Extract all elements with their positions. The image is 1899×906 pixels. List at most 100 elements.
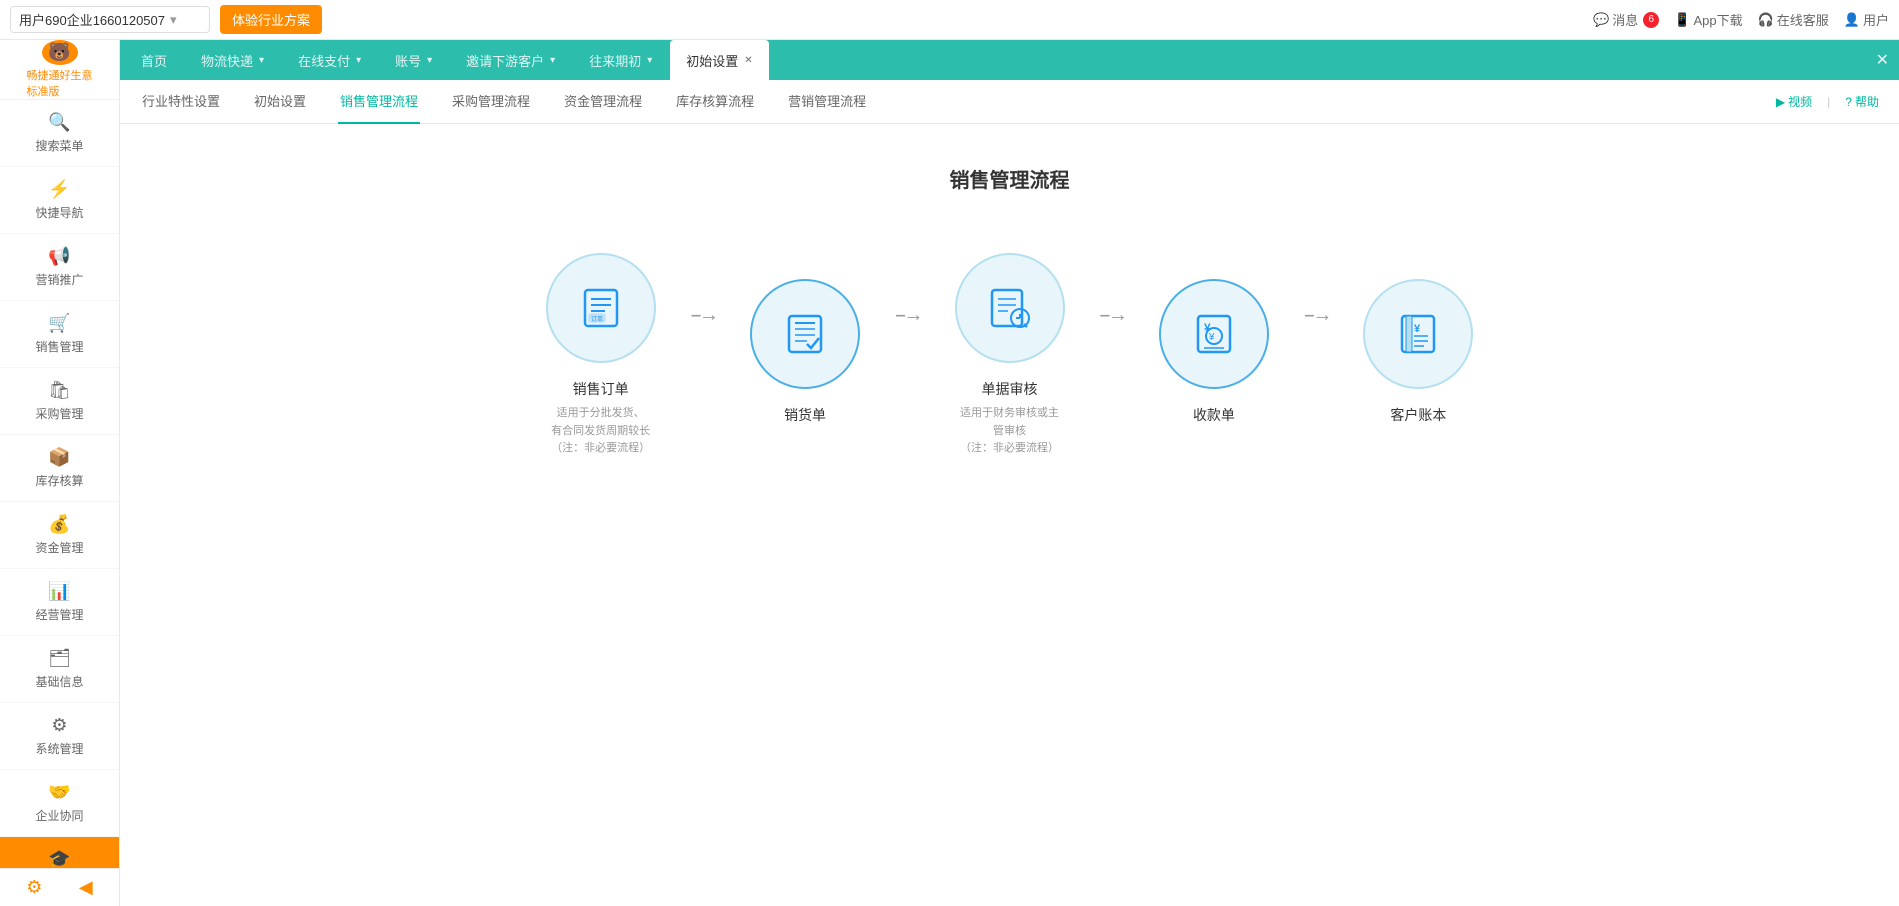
flow-node-receipt[interactable]: ¥ ¥ 收款单 <box>1134 279 1294 431</box>
sales-icon: 🛒 <box>48 313 70 334</box>
inventory-icon: 📦 <box>48 447 70 468</box>
account-book-circle: ¥ <box>1363 279 1473 389</box>
tab-init[interactable]: 初始设置 ✕ <box>670 40 768 80</box>
purchase-icon: 🛍 <box>48 380 71 401</box>
avatar-icon: 👤 <box>1844 12 1860 28</box>
flow-node-account-book[interactable]: ¥ 客户账本 <box>1338 279 1498 431</box>
flow-node-sales-order[interactable]: 订单 销售订单 适用于分批发货、有合同发货周期较长（注：非必要流程） <box>521 253 681 458</box>
account-book-label: 客户账本 <box>1390 405 1446 425</box>
sub-tab-sales-flow[interactable]: 销售管理流程 <box>338 80 420 124</box>
app-icon: 📱 <box>1674 12 1690 28</box>
flow-area: 销售管理流程 订单 <box>120 124 1899 498</box>
message-btn[interactable]: 💬 消息 6 <box>1593 10 1659 29</box>
message-badge: 6 <box>1643 12 1659 28</box>
tab-invite[interactable]: 邀请下游客户 ▾ <box>450 40 571 80</box>
sidebar-item-ops[interactable]: 📊 经营管理 <box>0 569 119 636</box>
content-area: 首页 物流快递 ▾ 在线支付 ▾ 账号 ▾ 邀请下游客户 ▾ 往来期初 ▾ <box>120 40 1899 906</box>
sidebar-item-quicknav[interactable]: ⚡ 快捷导航 <box>0 167 119 234</box>
tab-init-label: 初始设置 <box>686 51 738 70</box>
tab-period[interactable]: 往来期初 ▾ <box>573 40 668 80</box>
tab-init-close[interactable]: ✕ <box>744 55 752 66</box>
flow-diagram: 订单 销售订单 适用于分批发货、有合同发货周期较长（注：非必要流程） - - → <box>140 253 1879 458</box>
tab-invite-label: 邀请下游客户 <box>466 51 544 70</box>
tab-account-label: 账号 <box>395 51 421 70</box>
sidebar-label-quicknav: 快捷导航 <box>35 204 83 221</box>
sales-order-label: 销售订单 <box>573 379 629 399</box>
tab-period-label: 往来期初 <box>589 51 641 70</box>
user-avatar-area[interactable]: 👤 用户 <box>1844 10 1889 29</box>
top-bar-left: 用户690企业1660120507 ▾ 体验行业方案 <box>10 5 322 34</box>
sidebar: 🐻 畅捷通好生意 标准版 🔍 搜索菜单 ⚡ 快捷导航 📢 营销推广 🛒 销售管理 <box>0 40 120 906</box>
sub-tab-finance-flow[interactable]: 资金管理流程 <box>562 80 644 124</box>
logo-text: 畅捷通好生意 标准版 <box>27 67 93 99</box>
tab-payment[interactable]: 在线支付 ▾ <box>282 40 377 80</box>
sidebar-label-inventory: 库存核算 <box>35 472 83 489</box>
receipt-circle: ¥ ¥ <box>1159 279 1269 389</box>
sub-tab-init[interactable]: 初始设置 <box>252 80 308 124</box>
audit-icon <box>986 284 1034 332</box>
nav-tabs: 首页 物流快递 ▾ 在线支付 ▾ 账号 ▾ 邀请下游客户 ▾ 往来期初 ▾ <box>120 40 1899 80</box>
svg-text:¥: ¥ <box>1414 323 1421 335</box>
sidebar-label-sales: 销售管理 <box>35 338 83 355</box>
sub-tab-industry[interactable]: 行业特性设置 <box>140 80 222 124</box>
sidebar-item-search[interactable]: 🔍 搜索菜单 <box>0 100 119 167</box>
svg-text:¥: ¥ <box>1208 332 1215 343</box>
close-all-tabs[interactable]: ✕ <box>1876 50 1889 70</box>
help-action[interactable]: ? 帮助 <box>1845 93 1879 110</box>
page-content: 行业特性设置 初始设置 销售管理流程 采购管理流程 资金管理流程 库存核算流程 <box>120 80 1899 906</box>
user-dropdown-arrow: ▾ <box>170 12 177 28</box>
sidebar-item-finance[interactable]: 💰 资金管理 <box>0 502 119 569</box>
tab-logistics-label: 物流快递 <box>201 51 253 70</box>
settings-bottom-icon[interactable]: ⚙ <box>26 877 42 898</box>
sidebar-item-collab[interactable]: 🤝 企业协同 <box>0 770 119 837</box>
sub-tab-inventory-calc[interactable]: 库存核算流程 <box>674 80 756 124</box>
tab-home[interactable]: 首页 <box>125 40 183 80</box>
trial-button[interactable]: 体验行业方案 <box>220 5 322 34</box>
app-download-btn[interactable]: 📱 App下载 <box>1674 10 1742 29</box>
tab-account[interactable]: 账号 ▾ <box>379 40 448 80</box>
svg-text:订单: 订单 <box>591 315 603 323</box>
sidebar-item-system[interactable]: ⚙ 系统管理 <box>0 703 119 770</box>
sidebar-item-purchase[interactable]: 🛍 采购管理 <box>0 368 119 435</box>
sidebar-item-sales[interactable]: 🛒 销售管理 <box>0 301 119 368</box>
sidebar-item-basic[interactable]: 🗂 基础信息 <box>0 636 119 703</box>
tab-logistics[interactable]: 物流快递 ▾ <box>185 40 280 80</box>
app-download-label: App下载 <box>1693 10 1742 29</box>
marketing-icon: 📢 <box>48 246 70 267</box>
flow-node-audit[interactable]: 单据审核 适用于财务审核或主管审核（注：非必要流程） <box>930 253 1090 458</box>
ops-icon: 📊 <box>48 581 70 602</box>
quicknav-icon: ⚡ <box>48 179 70 200</box>
collapse-icon[interactable]: ◀ <box>79 877 93 898</box>
finance-icon: 💰 <box>48 514 70 535</box>
system-icon: ⚙ <box>51 715 67 736</box>
user-selector[interactable]: 用户690企业1660120507 ▾ <box>10 6 210 33</box>
sidebar-label-finance: 资金管理 <box>35 539 83 556</box>
video-action[interactable]: ▶ 视频 <box>1776 93 1812 110</box>
search-icon: 🔍 <box>48 112 70 133</box>
online-service-btn[interactable]: 🎧 在线客服 <box>1758 10 1829 29</box>
sidebar-item-guide[interactable]: 🎓 新手引导 <box>0 837 119 868</box>
arrow-4: - - → <box>1304 304 1328 327</box>
tab-period-arrow: ▾ <box>647 55 652 66</box>
invoice-icon <box>781 310 829 358</box>
sub-tab-actions: ▶ 视频 | ? 帮助 <box>1776 93 1879 110</box>
top-bar-right: 💬 消息 6 📱 App下载 🎧 在线客服 👤 用户 <box>1593 10 1889 29</box>
sidebar-label-search: 搜索菜单 <box>35 137 83 154</box>
arrow-1: - - → <box>691 304 715 327</box>
message-label: 消息 <box>1612 10 1638 29</box>
tab-logistics-arrow: ▾ <box>259 55 264 66</box>
sub-tab-purchase-flow[interactable]: 采购管理流程 <box>450 80 532 124</box>
user-label: 用户690企业1660120507 <box>19 10 165 29</box>
sub-tab-marketing-flow[interactable]: 营销管理流程 <box>786 80 868 124</box>
sales-order-icon: 订单 <box>577 284 625 332</box>
audit-desc: 适用于财务审核或主管审核（注：非必要流程） <box>960 405 1059 458</box>
collab-icon: 🤝 <box>48 782 70 803</box>
audit-label: 单据审核 <box>982 379 1038 399</box>
tab-invite-arrow: ▾ <box>550 55 555 66</box>
sidebar-item-inventory[interactable]: 📦 库存核算 <box>0 435 119 502</box>
online-service-label: 在线客服 <box>1777 10 1829 29</box>
sales-order-desc: 适用于分批发货、有合同发货周期较长（注：非必要流程） <box>551 405 650 458</box>
flow-node-invoice[interactable]: 销货单 <box>725 279 885 431</box>
arrow-3: - - → <box>1100 304 1124 327</box>
sidebar-item-marketing[interactable]: 📢 营销推广 <box>0 234 119 301</box>
